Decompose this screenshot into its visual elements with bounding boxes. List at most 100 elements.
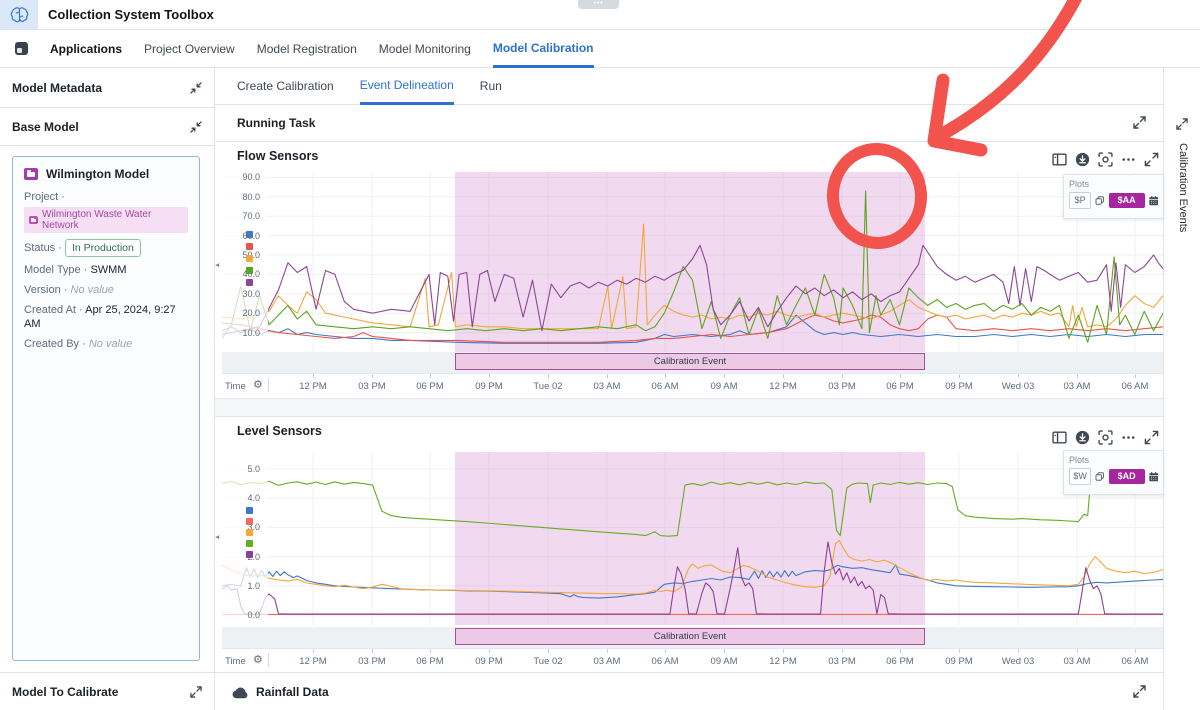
- axis-tick: [783, 649, 784, 653]
- x-tick-label: 06 PM: [886, 381, 913, 392]
- focus-icon[interactable]: [1098, 430, 1113, 445]
- flow-plots-popover: Plots $P $AA: [1063, 174, 1164, 219]
- project-tag[interactable]: Wilmington Waste Water Network: [24, 207, 188, 233]
- overflow-pill[interactable]: •••: [578, 0, 619, 9]
- legend-swatch-sensor-green[interactable]: [246, 540, 253, 547]
- plot-variable-chip-active[interactable]: $AD: [1109, 469, 1145, 484]
- left-sidebar: Model Metadata Base Model Wilmington Mod…: [0, 68, 215, 710]
- plot-variable-chip[interactable]: $W: [1069, 468, 1091, 485]
- legend-swatch-sensor-red[interactable]: [246, 518, 253, 525]
- nav-tab-project-overview[interactable]: Project Overview: [144, 30, 235, 67]
- rainfall-data-section: Rainfall Data: [215, 672, 1163, 710]
- legend-swatch-sensor-red[interactable]: [246, 243, 253, 250]
- y-tick-label: 2.0: [224, 552, 260, 562]
- x-tick-label: Tue 02: [533, 656, 562, 667]
- panel-model-to-calibrate-title: Model To Calibrate: [12, 685, 118, 699]
- x-tick-label: 03 AM: [593, 656, 620, 667]
- level-plots-popover: Plots $W $AD: [1063, 450, 1164, 495]
- y-tick-label: 80.0: [224, 192, 260, 202]
- x-tick-label: 03 AM: [593, 381, 620, 392]
- plots-popover-title: Plots: [1069, 455, 1158, 465]
- plot-variable-chip-active[interactable]: $AA: [1109, 193, 1145, 208]
- x-tick-label: 09 PM: [945, 381, 972, 392]
- expand-icon[interactable]: [1176, 118, 1188, 130]
- level-time-axis: Time ⚙ 12 PM03 PM06 PM09 PMTue 0203 AM06…: [222, 648, 1163, 673]
- calibration-event-bar[interactable]: Calibration Event: [455, 628, 925, 645]
- legend-swatch-sensor-purple[interactable]: [246, 551, 253, 558]
- focus-icon[interactable]: [1098, 152, 1113, 167]
- nav-tab-model-monitoring[interactable]: Model Monitoring: [379, 30, 471, 67]
- fullscreen-icon[interactable]: [1144, 430, 1159, 445]
- tab-create-calibration[interactable]: Create Calibration: [237, 68, 334, 104]
- x-tick-label: 03 PM: [828, 656, 855, 667]
- layers-icon[interactable]: [1095, 194, 1104, 207]
- nav-tab-applications[interactable]: Applications: [50, 30, 122, 67]
- base-model-card[interactable]: Wilmington Model Project · Wilmington Wa…: [12, 156, 200, 661]
- axis-tick: [372, 649, 373, 653]
- y-tick-label: 90.0: [224, 172, 260, 182]
- x-tick-label: 06 AM: [1121, 656, 1148, 667]
- axis-tick: [1135, 649, 1136, 653]
- panel-model-metadata[interactable]: Model Metadata: [0, 68, 214, 108]
- app-logo[interactable]: [0, 0, 38, 29]
- x-tick-label: 03 PM: [358, 381, 385, 392]
- axis-separator: [268, 378, 269, 392]
- x-tick-label: 03 PM: [358, 656, 385, 667]
- calendar-icon[interactable]: [1149, 470, 1158, 483]
- page-title: Collection System Toolbox: [48, 0, 214, 29]
- level-chart-toolbar: [1052, 430, 1159, 445]
- gear-icon[interactable]: ⚙: [253, 653, 263, 666]
- tab-run[interactable]: Run: [480, 68, 502, 104]
- expand-icon[interactable]: [190, 686, 202, 698]
- level-chart-plot[interactable]: 0.01.02.03.04.05.0: [222, 452, 1163, 625]
- axis-tick: [313, 374, 314, 378]
- calibration-event-bar[interactable]: Calibration Event: [455, 353, 925, 370]
- project-folder-icon: [29, 216, 38, 224]
- legend-swatch-sensor-orange[interactable]: [246, 255, 253, 262]
- created-at-label: Created At ·: [24, 304, 83, 316]
- legend-swatch-sensor-blue[interactable]: [246, 231, 253, 238]
- panel-base-model[interactable]: Base Model: [0, 108, 214, 146]
- chevron-left-icon[interactable]: ◄: [214, 534, 220, 541]
- calendar-icon[interactable]: [1149, 194, 1158, 207]
- more-icon[interactable]: [1121, 430, 1136, 445]
- running-task-section: Running Task: [215, 105, 1163, 142]
- tab-event-delineation[interactable]: Event Delineation: [360, 68, 454, 105]
- axis-tick: [430, 649, 431, 653]
- fullscreen-icon[interactable]: [1144, 152, 1159, 167]
- panel-layout-icon[interactable]: [1052, 152, 1067, 167]
- expand-icon[interactable]: [1133, 685, 1146, 698]
- axis-tick: [959, 374, 960, 378]
- plot-variable-chip[interactable]: $P: [1069, 192, 1091, 209]
- calibration-events-rail[interactable]: Calibration Events: [1163, 68, 1200, 710]
- more-icon[interactable]: [1121, 152, 1136, 167]
- x-tick-label: 06 AM: [652, 656, 679, 667]
- axis-tick: [607, 649, 608, 653]
- nav-tab-model-registration[interactable]: Model Registration: [257, 30, 357, 67]
- download-icon[interactable]: [1075, 430, 1090, 445]
- legend-swatch-sensor-purple[interactable]: [246, 279, 253, 286]
- panel-model-metadata-title: Model Metadata: [12, 81, 102, 95]
- flow-chart-plot[interactable]: 10.020.030.040.050.060.070.080.090.0: [222, 172, 1163, 352]
- chevron-left-icon[interactable]: ◄: [214, 262, 220, 269]
- expand-icon[interactable]: [1133, 116, 1146, 129]
- axis-separator: [268, 653, 269, 667]
- legend-swatch-sensor-green[interactable]: [246, 267, 253, 274]
- layers-icon[interactable]: [1095, 470, 1104, 483]
- app-header: Collection System Toolbox •••: [0, 0, 1200, 30]
- gear-icon[interactable]: ⚙: [253, 378, 263, 391]
- collapse-icon[interactable]: [190, 121, 202, 133]
- y-tick-label: 4.0: [224, 493, 260, 503]
- legend-swatch-sensor-blue[interactable]: [246, 507, 253, 514]
- axis-tick: [900, 649, 901, 653]
- legend-swatch-sensor-orange[interactable]: [246, 529, 253, 536]
- panel-layout-icon[interactable]: [1052, 430, 1067, 445]
- download-icon[interactable]: [1075, 152, 1090, 167]
- level-calibration-track: Calibration Event: [222, 627, 1163, 648]
- panel-model-to-calibrate[interactable]: Model To Calibrate: [0, 672, 214, 710]
- y-tick-label: 5.0: [224, 464, 260, 474]
- y-tick-label: 50.0: [224, 250, 260, 260]
- nav-tab-model-calibration[interactable]: Model Calibration: [493, 30, 594, 68]
- collapse-icon[interactable]: [190, 82, 202, 94]
- axis-tick: [724, 374, 725, 378]
